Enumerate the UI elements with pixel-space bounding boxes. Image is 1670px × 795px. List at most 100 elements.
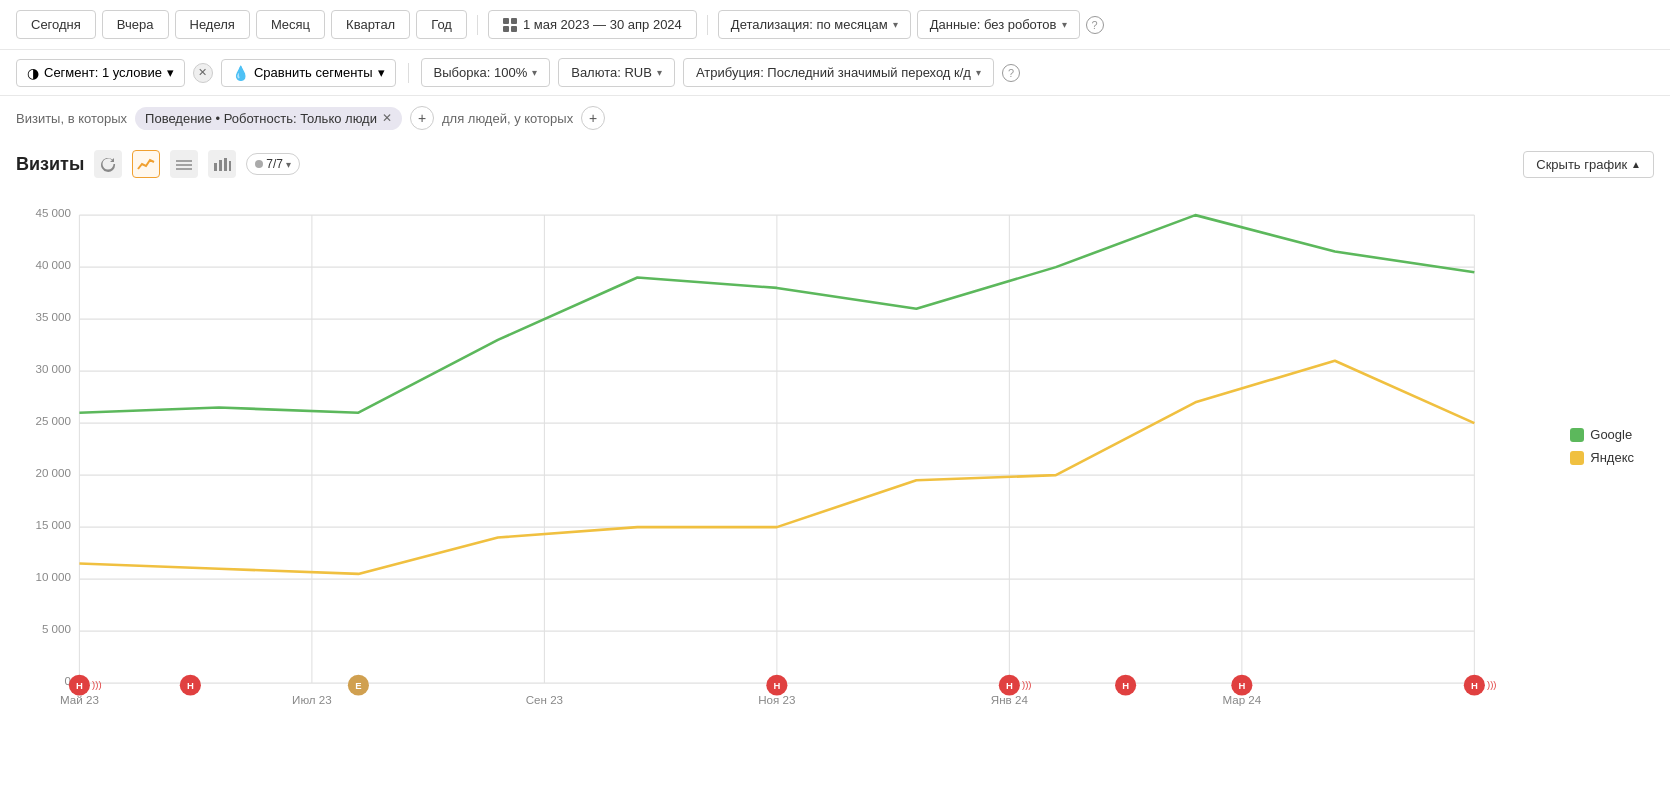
svg-text:5 000: 5 000 [42,623,71,635]
toolbar-row-2: ◑ Сегмент: 1 условие ▾ ✕ 💧 Сравнить сегм… [0,50,1670,96]
currency-button[interactable]: Валюта: RUB ▾ [558,58,675,87]
sample-button[interactable]: Выборка: 100% ▾ [421,58,551,87]
grid-icon [503,18,517,32]
hide-graph-chevron-icon: ▲ [1631,159,1641,170]
date-range-label: 1 мая 2023 — 30 апр 2024 [523,17,682,32]
info-icon-2[interactable]: ? [1002,64,1020,82]
line-chart-icon [137,157,155,171]
compare-label: Сравнить сегменты [254,65,373,80]
svg-text:Н: Н [1471,680,1478,691]
attribution-button[interactable]: Атрибуция: Последний значимый переход к/… [683,58,994,87]
bar-chart-icon [213,157,231,171]
svg-text:25 000: 25 000 [35,415,71,427]
currency-label: Валюта: RUB [571,65,652,80]
svg-text:40 000: 40 000 [35,259,71,271]
svg-text:Н: Н [773,680,780,691]
chart-container: 45 000 40 000 35 000 30 000 25 000 20 00… [16,186,1654,706]
svg-rect-6 [229,161,231,171]
divider-3 [408,63,409,83]
svg-text:Мар 24: Мар 24 [1222,694,1261,706]
svg-text:Н: Н [187,680,194,691]
sample-label: Выборка: 100% [434,65,528,80]
svg-text:))): ))) [1022,679,1031,690]
divider-1 [477,15,478,35]
data-button[interactable]: Данные: без роботов ▾ [917,10,1080,39]
period-yesterday[interactable]: Вчера [102,10,169,39]
legend-yandex-color [1570,451,1584,465]
legend-google-color [1570,428,1584,442]
divider-2 [707,15,708,35]
period-year[interactable]: Год [416,10,467,39]
chart-title: Визиты [16,154,84,175]
svg-text:Н: Н [1006,680,1013,691]
svg-text:15 000: 15 000 [35,519,71,531]
compare-chevron-icon: ▾ [378,65,385,80]
line-chart-icon-button[interactable] [132,150,160,178]
bar-chart-icon-button[interactable] [208,150,236,178]
svg-rect-5 [224,158,227,171]
filter-tag: Поведение • Роботность: Только люди ✕ [135,107,402,130]
detalization-label: Детализация: по месяцам [731,17,888,32]
legend-yandex-label: Яндекс [1590,450,1634,465]
period-week[interactable]: Неделя [175,10,250,39]
legend-yandex[interactable]: Яндекс [1570,450,1634,465]
svg-text:Сен 23: Сен 23 [526,694,563,706]
data-label: Данные: без роботов [930,17,1057,32]
currency-chevron-icon: ▾ [657,67,662,78]
svg-text:Н: Н [1122,680,1129,691]
add-person-condition-button[interactable]: + [581,106,605,130]
segment-chevron-icon: ▾ [167,65,174,80]
filter-prefix: Визиты, в которых [16,111,127,126]
compare-icon: 💧 [232,65,249,81]
legend-google-label: Google [1590,427,1632,442]
segment-pie-icon: ◑ [27,65,39,81]
chart-section: Визиты [0,140,1670,706]
toolbar-row-1: Сегодня Вчера Неделя Месяц Квартал Год 1… [0,0,1670,50]
segment-button[interactable]: ◑ Сегмент: 1 условие ▾ [16,59,185,87]
hide-graph-button[interactable]: Скрыть график ▲ [1523,151,1654,178]
sample-chevron-icon: ▾ [532,67,537,78]
svg-text:10 000: 10 000 [35,571,71,583]
counter-chevron-icon: ▾ [286,159,291,170]
reload-icon-button[interactable] [94,150,122,178]
stacked-chart-icon [175,157,193,171]
period-quarter[interactable]: Квартал [331,10,410,39]
svg-text:Н: Н [76,680,83,691]
filter-tag-text: Поведение • Роботность: Только люди [145,111,377,126]
stacked-chart-icon-button[interactable] [170,150,198,178]
add-condition-button[interactable]: + [410,106,434,130]
filter-middle: для людей, у которых [442,111,573,126]
detalization-button[interactable]: Детализация: по месяцам ▾ [718,10,911,39]
filter-row: Визиты, в которых Поведение • Роботность… [0,96,1670,140]
attribution-label: Атрибуция: Последний значимый переход к/… [696,65,971,80]
svg-text:Е: Е [355,680,361,691]
svg-text:Июл 23: Июл 23 [292,694,332,706]
counter-badge[interactable]: 7/7 ▾ [246,153,300,175]
svg-text:Янв 24: Янв 24 [991,694,1029,706]
reload-icon [100,156,116,172]
segment-close-button[interactable]: ✕ [193,63,213,83]
svg-rect-3 [214,163,217,171]
info-icon[interactable]: ? [1086,16,1104,34]
chevron-down-icon-2: ▾ [1062,19,1067,30]
date-range-button[interactable]: 1 мая 2023 — 30 апр 2024 [488,10,697,39]
svg-text:Май 23: Май 23 [60,694,99,706]
legend-google[interactable]: Google [1570,427,1634,442]
attribution-chevron-icon: ▾ [976,67,981,78]
chevron-down-icon: ▾ [893,19,898,30]
period-today[interactable]: Сегодня [16,10,96,39]
svg-text:35 000: 35 000 [35,311,71,323]
svg-text:Н: Н [1238,680,1245,691]
svg-text:30 000: 30 000 [35,363,71,375]
filter-tag-close-icon[interactable]: ✕ [382,111,392,125]
counter-label: 7/7 [266,157,283,171]
period-month[interactable]: Месяц [256,10,325,39]
segment-label: Сегмент: 1 условие [44,65,162,80]
chart-header: Визиты [16,150,1654,178]
chart-legend: Google Яндекс [1570,427,1634,465]
hide-graph-label: Скрыть график [1536,157,1627,172]
svg-rect-4 [219,160,222,171]
svg-text:))): ))) [92,679,101,690]
svg-text:45 000: 45 000 [35,207,71,219]
compare-button[interactable]: 💧 Сравнить сегменты ▾ [221,59,396,87]
